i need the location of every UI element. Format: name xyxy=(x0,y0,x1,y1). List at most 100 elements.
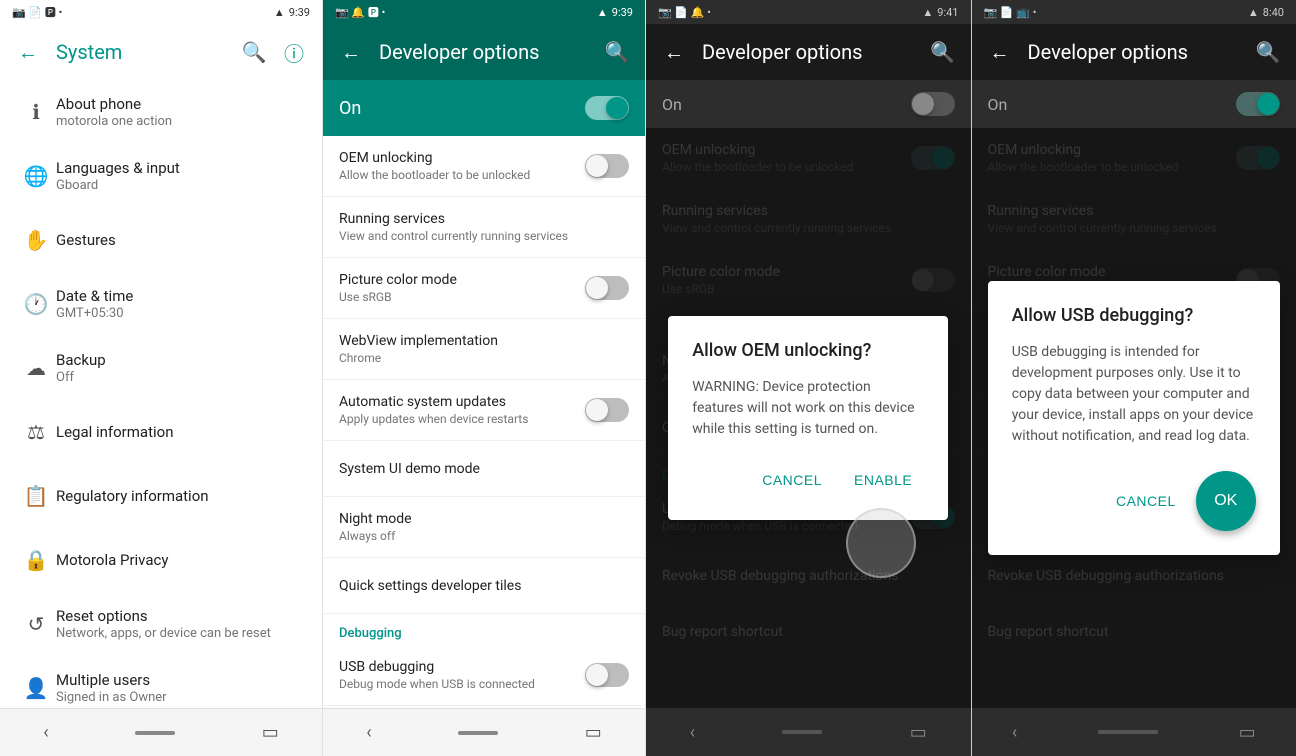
app-bar-r1: ← Developer options 🔍 xyxy=(646,24,971,80)
usb-dialog: Allow USB debugging? USB debugging is in… xyxy=(988,281,1280,555)
app-bar-left: ← System 🔍 ⓘ xyxy=(0,24,322,80)
gestures-title: Gestures xyxy=(56,231,306,249)
running-subtitle: View and control currently running servi… xyxy=(339,229,629,243)
icons-r1: 📷 📄 🔔 • xyxy=(658,6,711,19)
reset-icon: ↺ xyxy=(16,604,56,644)
on-row[interactable]: On xyxy=(323,80,645,136)
oem-enable-btn[interactable]: Enable xyxy=(842,464,924,496)
webview-subtitle: Chrome xyxy=(339,351,629,365)
recent-nav-left[interactable]: ▭ xyxy=(262,722,279,743)
reset-title: Reset options xyxy=(56,607,306,625)
usb-dialog-overlay: Allow USB debugging? USB debugging is in… xyxy=(972,128,1296,708)
backup-subtitle: Off xyxy=(56,370,306,385)
settings-item-backup[interactable]: ☁ Backup Off xyxy=(0,336,322,400)
demo-title: System UI demo mode xyxy=(339,461,629,477)
on-row-r2[interactable]: On xyxy=(972,80,1296,128)
back-icon-mid[interactable]: ← xyxy=(339,40,363,64)
on-row-r1[interactable]: On xyxy=(646,80,971,128)
developer-panel-usb-dialog: 📷 📄 📺 • ▲ 8:40 ← Developer options 🔍 On xyxy=(972,0,1296,756)
reset-subtitle: Network, apps, or device can be reset xyxy=(56,626,306,641)
on-label-r1: On xyxy=(662,95,911,114)
dev-toggle-r1[interactable] xyxy=(911,92,955,116)
back-nav-r1[interactable]: ‹ xyxy=(690,722,695,743)
dev-item-oem[interactable]: OEM unlocking Allow the bootloader to be… xyxy=(323,136,645,197)
time-left: 9:39 xyxy=(289,6,310,19)
search-icon-r2[interactable]: 🔍 xyxy=(1256,40,1280,64)
search-icon-left[interactable]: 🔍 xyxy=(242,40,266,64)
help-icon-left[interactable]: ⓘ xyxy=(282,40,306,64)
settings-item-gestures[interactable]: ✋ Gestures xyxy=(0,208,322,272)
on-label: On xyxy=(339,98,585,119)
dev-item-usb[interactable]: USB debugging Debug mode when USB is con… xyxy=(323,645,645,706)
settings-item-about[interactable]: ℹ About phone motorola one action xyxy=(0,80,322,144)
oem-toggle[interactable] xyxy=(585,154,629,178)
search-icon-mid[interactable]: 🔍 xyxy=(605,40,629,64)
back-nav-r2[interactable]: ‹ xyxy=(1012,722,1017,743)
settings-item-users[interactable]: 👤 Multiple users Signed in as Owner xyxy=(0,656,322,708)
autoupdate-toggle[interactable] xyxy=(585,398,629,422)
webview-title: WebView implementation xyxy=(339,333,629,349)
back-icon-left[interactable]: ← xyxy=(16,40,40,64)
home-indicator-left[interactable] xyxy=(135,731,175,735)
recent-nav-r1[interactable]: ▭ xyxy=(910,722,927,743)
recent-nav-mid[interactable]: ▭ xyxy=(585,722,602,743)
time-r2: 8:40 xyxy=(1263,6,1284,19)
datetime-title: Date & time xyxy=(56,287,306,305)
autoupdate-title: Automatic system updates xyxy=(339,394,585,410)
oem-title: OEM unlocking xyxy=(339,150,585,166)
home-indicator-mid[interactable] xyxy=(458,731,498,735)
settings-list: ℹ About phone motorola one action 🌐 Lang… xyxy=(0,80,322,708)
r1-content-area: OEM unlocking Allow the bootloader to be… xyxy=(646,128,971,708)
search-icon-r1[interactable]: 🔍 xyxy=(931,40,955,64)
back-icon-r2[interactable]: ← xyxy=(988,40,1012,64)
usb-ok-btn[interactable]: OK xyxy=(1196,471,1256,531)
settings-item-reset[interactable]: ↺ Reset options Network, apps, or device… xyxy=(0,592,322,656)
usb-cancel-btn[interactable]: Cancel xyxy=(1104,471,1188,531)
system-title: System xyxy=(56,40,122,64)
right1-inner: 📷 📄 🔔 • ▲ 9:41 ← Developer options 🔍 On xyxy=(646,0,971,756)
back-icon-r1[interactable]: ← xyxy=(662,40,686,64)
recent-nav-r2[interactable]: ▭ xyxy=(1239,722,1256,743)
wifi-icon-mid: ▲ xyxy=(597,6,608,19)
back-nav-left[interactable]: ‹ xyxy=(43,722,48,743)
tiles-title: Quick settings developer tiles xyxy=(339,578,629,594)
dev-item-tiles[interactable]: Quick settings developer tiles xyxy=(323,558,645,614)
home-indicator-r2[interactable] xyxy=(1098,730,1158,734)
language-icon: 🌐 xyxy=(16,156,56,196)
status-bar-r1: 📷 📄 🔔 • ▲ 9:41 xyxy=(646,0,971,24)
dev-item-webview[interactable]: WebView implementation Chrome xyxy=(323,319,645,380)
oem-dialog-body: WARNING: Device protection features will… xyxy=(692,377,924,440)
usb-dialog-title: Allow USB debugging? xyxy=(1012,305,1256,326)
r2-content-area: OEM unlocking Allow the bootloader to be… xyxy=(972,128,1296,708)
about-title: About phone xyxy=(56,95,306,113)
settings-item-datetime[interactable]: 🕐 Date & time GMT+05:30 xyxy=(0,272,322,336)
dev-toggle-r2[interactable] xyxy=(1236,92,1280,116)
back-nav-mid[interactable]: ‹ xyxy=(366,722,371,743)
oem-dialog-overlay: Allow OEM unlocking? WARNING: Device pro… xyxy=(646,128,971,708)
dev-item-night[interactable]: Night mode Always off xyxy=(323,497,645,558)
about-subtitle: motorola one action xyxy=(56,114,306,129)
oem-cancel-btn[interactable]: Cancel xyxy=(750,464,834,496)
settings-item-legal[interactable]: ⚖ Legal information xyxy=(0,400,322,464)
home-indicator-r1[interactable] xyxy=(782,730,822,734)
about-icon: ℹ xyxy=(16,92,56,132)
settings-item-language[interactable]: 🌐 Languages & input Gboard xyxy=(0,144,322,208)
dev-item-demo[interactable]: System UI demo mode xyxy=(323,441,645,497)
settings-item-privacy[interactable]: 🔒 Motorola Privacy xyxy=(0,528,322,592)
dev-item-color[interactable]: Picture color mode Use sRGB xyxy=(323,258,645,319)
usb-toggle[interactable] xyxy=(585,663,629,687)
dev-item-autoupdate[interactable]: Automatic system updates Apply updates w… xyxy=(323,380,645,441)
privacy-title: Motorola Privacy xyxy=(56,551,306,569)
regulatory-title: Regulatory information xyxy=(56,487,306,505)
status-bar-mid: 📷 🔔 🅿 • ▲ 9:39 xyxy=(323,0,645,24)
dev-item-running[interactable]: Running services View and control curren… xyxy=(323,197,645,258)
oem-dialog-actions: Cancel Enable xyxy=(692,464,924,496)
dev-toggle[interactable] xyxy=(585,96,629,120)
dev-title-mid: Developer options xyxy=(379,40,539,64)
usb-dialog-body: USB debugging is intended for developmen… xyxy=(1012,342,1256,447)
users-subtitle: Signed in as Owner xyxy=(56,690,306,705)
settings-item-regulatory[interactable]: 📋 Regulatory information xyxy=(0,464,322,528)
color-toggle[interactable] xyxy=(585,276,629,300)
backup-title: Backup xyxy=(56,351,306,369)
nav-bar-mid: ‹ ▭ xyxy=(323,708,645,756)
